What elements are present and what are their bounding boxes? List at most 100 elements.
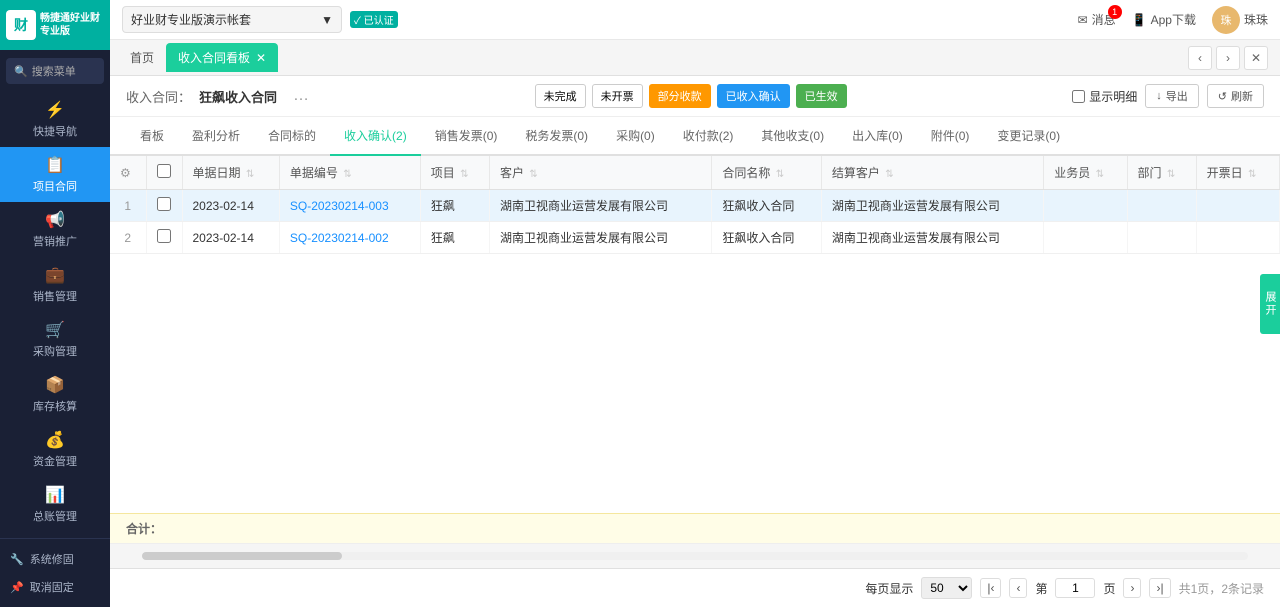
status-btn-uninvoiced[interactable]: 未开票: [592, 84, 643, 108]
sort-invoice-date-icon[interactable]: ⇅: [1248, 169, 1256, 180]
user-avatar: 珠: [1212, 6, 1240, 34]
page-label-prefix: 第: [1035, 580, 1047, 597]
tab-home[interactable]: 首页: [122, 49, 162, 66]
horizontal-scrollbar[interactable]: [110, 543, 1280, 568]
per-page-select[interactable]: 50 20 100: [921, 577, 972, 599]
wrench-icon: 🔧: [10, 553, 24, 566]
main-content: 收入合同： 狂飙收入合同 … 未完成 未开票 部分收款 已收入确认 已生效 显示…: [110, 76, 1280, 607]
row-1-checkbox[interactable]: [157, 197, 171, 211]
right-float-button[interactable]: 展开: [1260, 274, 1280, 334]
tab-close-button[interactable]: ✕: [1244, 46, 1268, 70]
flash-icon: ⚡: [45, 100, 65, 120]
sort-salesperson-icon[interactable]: ⇅: [1096, 169, 1104, 180]
tab-next-button[interactable]: ›: [1216, 46, 1240, 70]
row-num-1: 1: [110, 190, 146, 222]
table-row[interactable]: 1 2023-02-14 SQ-20230214-003 狂飙 湖南卫视商业运营…: [110, 190, 1280, 222]
show-detail-checkbox[interactable]: 显示明细: [1072, 88, 1137, 105]
sidebar-item-fund[interactable]: 💰 资金管理: [0, 422, 110, 477]
sort-settlement-icon[interactable]: ⇅: [885, 169, 893, 180]
sidebar-item-purchase[interactable]: 🛒 采购管理: [0, 312, 110, 367]
tab-contract-board[interactable]: 收入合同看板 ✕: [166, 43, 278, 72]
row-contract-1: 狂飙收入合同: [712, 190, 821, 222]
sidebar-bottom-unpin[interactable]: 📌 取消固定: [0, 573, 110, 601]
tab-purchase[interactable]: 采购(0): [602, 117, 669, 156]
th-code: 单据编号 ⇅: [279, 156, 420, 190]
box-icon: 📦: [45, 375, 65, 395]
page-last-button[interactable]: ›|: [1149, 578, 1170, 598]
tab-warehouse[interactable]: 出入库(0): [838, 117, 917, 156]
status-btn-incomplete[interactable]: 未完成: [535, 84, 586, 108]
row-code-2: SQ-20230214-002: [279, 222, 420, 254]
sidebar: 财 畅捷通好业财 专业版 🔍 搜索菜单 ⚡ 快捷导航 📋 项目合同 📢 营销推广…: [0, 0, 110, 607]
table-head: ⚙ 单据日期 ⇅ 单据编号 ⇅: [110, 156, 1280, 190]
data-table: ⚙ 单据日期 ⇅ 单据编号 ⇅: [110, 156, 1280, 254]
megaphone-icon: 📢: [45, 210, 65, 230]
company-selector[interactable]: 好业财专业版演示帐套 ▼: [122, 6, 342, 33]
app-download-button[interactable]: 📱 App下载: [1132, 11, 1196, 28]
select-all-checkbox[interactable]: [157, 164, 171, 178]
sort-dept-icon[interactable]: ⇅: [1167, 169, 1175, 180]
sort-customer-icon[interactable]: ⇅: [529, 169, 537, 180]
settings-icon[interactable]: ⚙: [120, 166, 131, 180]
page-next-button[interactable]: ›: [1123, 578, 1141, 598]
page-first-button[interactable]: |‹: [980, 578, 1001, 598]
tab-revenue-confirm[interactable]: 收入确认(2): [330, 117, 421, 156]
row-invoice-date-2: [1196, 222, 1279, 254]
tab-prev-button[interactable]: ‹: [1188, 46, 1212, 70]
row-code-link-2[interactable]: SQ-20230214-002: [290, 231, 389, 245]
th-checkbox: [146, 156, 182, 190]
page-prev-button[interactable]: ‹: [1009, 578, 1027, 598]
export-button[interactable]: ↓ 导出: [1145, 84, 1199, 108]
user-menu[interactable]: 珠 珠珠: [1212, 6, 1268, 34]
sidebar-item-general-ledger[interactable]: 📊 总账管理: [0, 477, 110, 532]
sidebar-bottom-system[interactable]: 🔧 系统修固: [0, 545, 110, 573]
th-salesperson: 业务员 ⇅: [1044, 156, 1127, 190]
row-checkbox-1: [146, 190, 182, 222]
close-tab-button[interactable]: ✕: [256, 51, 266, 65]
row-salesperson-2: [1044, 222, 1127, 254]
tab-sales-invoice[interactable]: 销售发票(0): [421, 117, 512, 156]
sidebar-item-sales[interactable]: 💼 销售管理: [0, 257, 110, 312]
status-btn-partial-payment[interactable]: 部分收款: [649, 84, 711, 108]
page-input[interactable]: [1055, 578, 1095, 598]
row-2-checkbox[interactable]: [157, 229, 171, 243]
tab-board[interactable]: 看板: [126, 117, 178, 156]
row-code-link-1[interactable]: SQ-20230214-003: [290, 199, 389, 213]
sort-date-icon[interactable]: ⇅: [246, 169, 254, 180]
table-row[interactable]: 2 2023-02-14 SQ-20230214-002 狂飙 湖南卫视商业运营…: [110, 222, 1280, 254]
row-code-1: SQ-20230214-003: [279, 190, 420, 222]
detail-checkbox-input[interactable]: [1072, 90, 1085, 103]
th-settings: ⚙: [110, 156, 146, 190]
tab-tax-invoice[interactable]: 税务发票(0): [511, 117, 602, 156]
per-page-label: 每页显示: [865, 580, 913, 597]
sidebar-item-quick-nav[interactable]: ⚡ 快捷导航: [0, 92, 110, 147]
sidebar-item-project-contract[interactable]: 📋 项目合同: [0, 147, 110, 202]
message-icon: ✉: [1078, 13, 1088, 27]
tab-payment[interactable]: 收付款(2): [669, 117, 748, 156]
sidebar-item-marketing[interactable]: 📢 营销推广: [0, 202, 110, 257]
mobile-icon: 📱: [1132, 13, 1147, 27]
sort-code-icon[interactable]: ⇅: [343, 169, 351, 180]
company-name: 好业财专业版演示帐套: [131, 11, 251, 28]
more-actions-button[interactable]: …: [293, 87, 309, 105]
search-menu-button[interactable]: 🔍 搜索菜单: [6, 58, 104, 84]
scrollbar-thumb[interactable]: [142, 552, 342, 560]
tab-other-income[interactable]: 其他收支(0): [747, 117, 838, 156]
tab-profit[interactable]: 盈利分析: [178, 117, 254, 156]
briefcase-icon: 💼: [45, 265, 65, 285]
sort-project-icon[interactable]: ⇅: [460, 169, 468, 180]
refresh-button[interactable]: ↺ 刷新: [1207, 84, 1264, 108]
contract-header: 收入合同： 狂飙收入合同 … 未完成 未开票 部分收款 已收入确认 已生效 显示…: [110, 76, 1280, 117]
tab-contract-items[interactable]: 合同标的: [254, 117, 330, 156]
sort-contract-icon[interactable]: ⇅: [776, 169, 784, 180]
main-area: 好业财专业版演示帐套 ▼ ✓ 已认证 ✉ 1 消息 📱 App下载 珠 珠珠: [110, 0, 1280, 607]
tab-attachments[interactable]: 附件(0): [917, 117, 984, 156]
sidebar-item-inventory[interactable]: 📦 库存核算: [0, 367, 110, 422]
message-button[interactable]: ✉ 1 消息: [1078, 11, 1116, 28]
status-btn-confirmed[interactable]: 已收入确认: [717, 84, 790, 108]
tab-change-log[interactable]: 变更记录(0): [983, 117, 1074, 156]
sidebar-search[interactable]: 🔍 搜索菜单: [0, 50, 110, 92]
th-contract-name: 合同名称 ⇅: [712, 156, 821, 190]
status-btn-effective[interactable]: 已生效: [796, 84, 847, 108]
th-department: 部门 ⇅: [1127, 156, 1196, 190]
